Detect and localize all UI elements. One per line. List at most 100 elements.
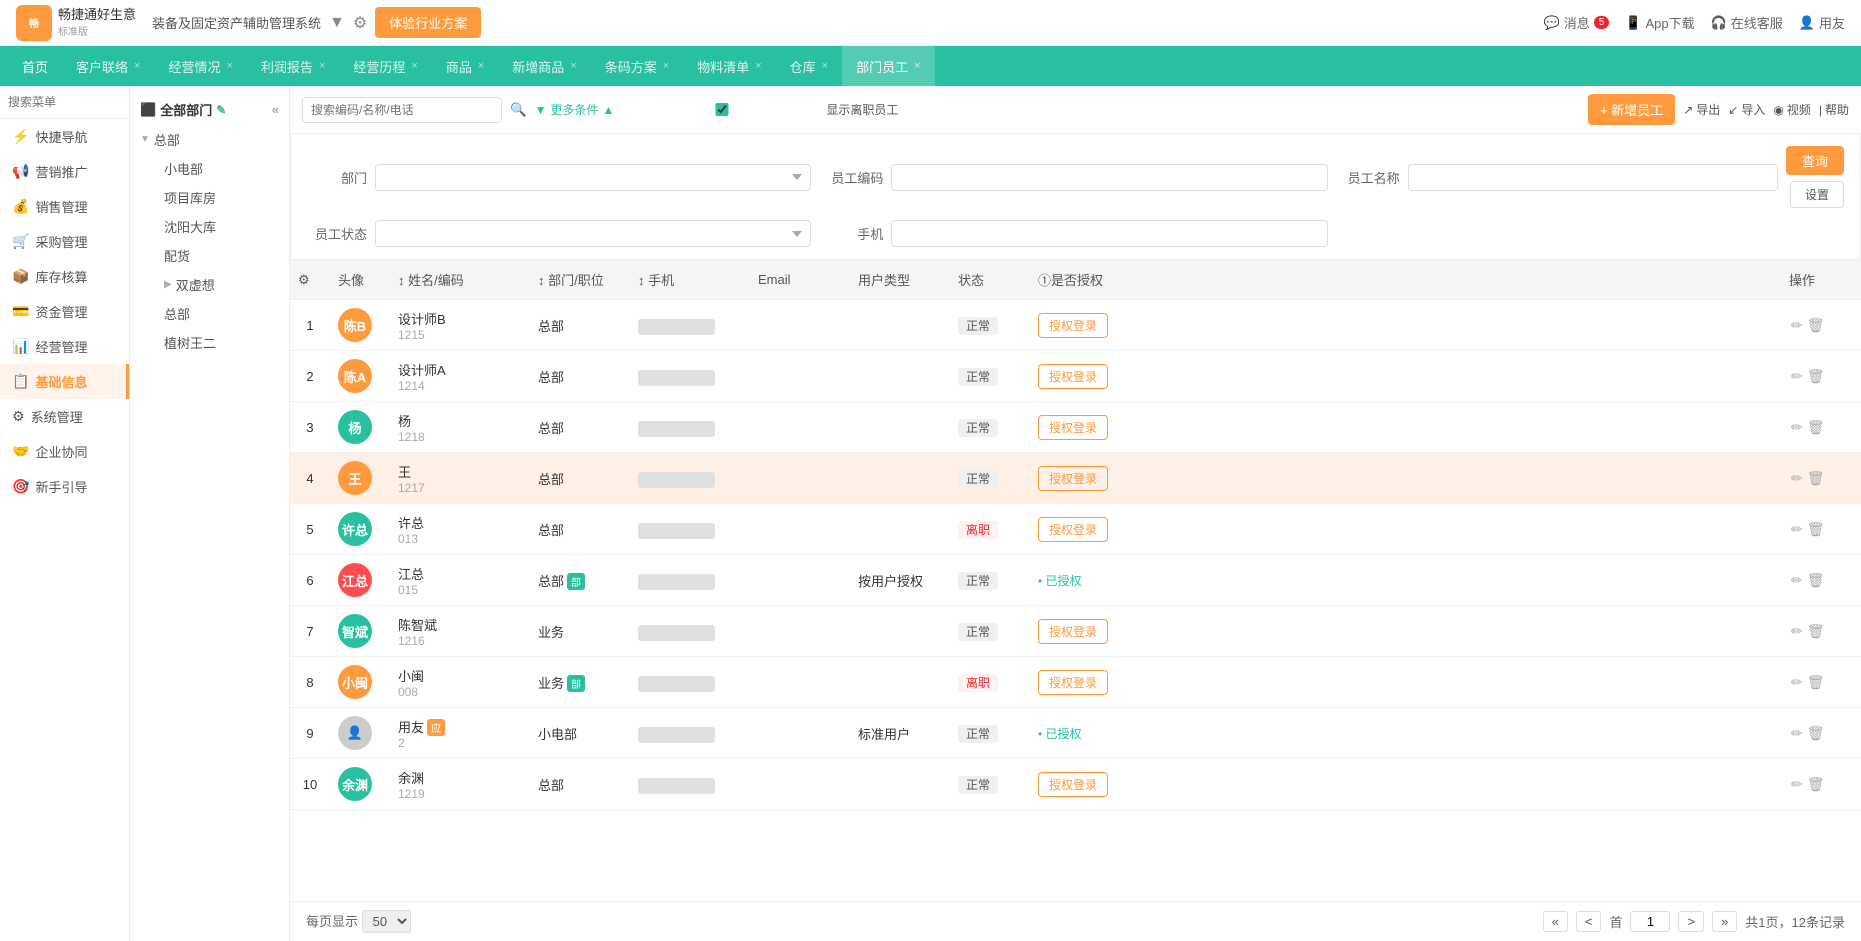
trial-button[interactable]: 体验行业方案 bbox=[375, 7, 481, 38]
delete-icon[interactable]: 🗑 bbox=[1807, 317, 1825, 333]
first-page-btn[interactable]: « bbox=[1543, 911, 1568, 932]
per-page-select[interactable]: 50 bbox=[362, 910, 411, 933]
search-button[interactable]: 🔍 bbox=[510, 102, 527, 118]
sidebar-item-marketing[interactable]: 📢 营销推广 bbox=[0, 154, 129, 189]
app-download-btn[interactable]: 📱 App下载 bbox=[1625, 13, 1694, 32]
auth-button[interactable]: 授权登录 bbox=[1038, 313, 1108, 338]
delete-icon[interactable]: 🗑 bbox=[1807, 470, 1825, 486]
query-button[interactable]: 查询 bbox=[1786, 146, 1844, 175]
sidebar-item-nav[interactable]: ⚡ 快捷导航 bbox=[0, 119, 129, 154]
user-btn[interactable]: 👤 用友 bbox=[1799, 13, 1845, 32]
emp-name-input[interactable] bbox=[1408, 164, 1778, 191]
auth-button[interactable]: 授权登录 bbox=[1038, 517, 1108, 542]
tab-home[interactable]: 首页 bbox=[8, 46, 62, 86]
close-icon[interactable]: × bbox=[478, 60, 484, 72]
dept-node-peihuo[interactable]: 配货 bbox=[154, 241, 289, 270]
close-icon[interactable]: × bbox=[226, 60, 232, 72]
edit-icon[interactable]: ✏ bbox=[1791, 623, 1803, 639]
sidebar-item-guide[interactable]: 🎯 新手引导 bbox=[0, 469, 129, 504]
delete-icon[interactable]: 🗑 bbox=[1807, 674, 1825, 690]
tab-history[interactable]: 经营历程 × bbox=[339, 46, 431, 86]
page-number-input[interactable] bbox=[1630, 911, 1670, 932]
close-icon[interactable]: × bbox=[319, 60, 325, 72]
settings-icon[interactable]: ▼ bbox=[329, 14, 345, 32]
dept-node-shuang[interactable]: ▶ 双虚想 bbox=[154, 270, 289, 299]
edit-icon[interactable]: ✏ bbox=[1791, 317, 1803, 333]
next-page-btn[interactable]: > bbox=[1678, 911, 1704, 932]
close-icon[interactable]: × bbox=[822, 60, 828, 72]
export-button[interactable]: ↗ 导出 bbox=[1683, 101, 1720, 118]
dept-node-plant[interactable]: 植树王二 bbox=[154, 328, 289, 357]
prev-page-btn[interactable]: < bbox=[1576, 911, 1602, 932]
tab-new-goods[interactable]: 新增商品 × bbox=[498, 46, 590, 86]
auth-button[interactable]: 授权登录 bbox=[1038, 619, 1108, 644]
sidebar-item-system[interactable]: ⚙ 系统管理 bbox=[0, 399, 129, 434]
tab-operation[interactable]: 经营情况 × bbox=[154, 46, 246, 86]
delete-icon[interactable]: 🗑 bbox=[1807, 368, 1825, 384]
dept-node-xiaodian[interactable]: 小电部 bbox=[154, 154, 289, 183]
close-icon[interactable]: × bbox=[570, 60, 576, 72]
import-button[interactable]: ↙ 导入 bbox=[1728, 101, 1765, 118]
close-icon[interactable]: × bbox=[914, 60, 920, 72]
th-phone[interactable]: ↕ 手机 bbox=[630, 260, 750, 300]
auth-button[interactable]: 授权登录 bbox=[1038, 670, 1108, 695]
tab-barcode[interactable]: 条码方案 × bbox=[591, 46, 683, 86]
delete-icon[interactable]: 🗑 bbox=[1807, 572, 1825, 588]
show-resigned-label[interactable]: 显示离职员工 bbox=[622, 101, 898, 118]
more-filter-button[interactable]: ▼ 更多条件 ▲ bbox=[535, 101, 615, 118]
show-resigned-checkbox[interactable] bbox=[622, 103, 822, 116]
view-button[interactable]: ◉ 视频 bbox=[1773, 101, 1811, 118]
auth-button[interactable]: 授权登录 bbox=[1038, 364, 1108, 389]
edit-icon[interactable]: ✏ bbox=[1791, 725, 1803, 741]
delete-icon[interactable]: 🗑 bbox=[1807, 521, 1825, 537]
th-name-code[interactable]: ↕ 姓名/编码 bbox=[390, 260, 530, 300]
dept-node-head2[interactable]: 总部 bbox=[154, 299, 289, 328]
dept-select[interactable] bbox=[375, 164, 811, 191]
edit-icon[interactable]: ✏ bbox=[1791, 674, 1803, 690]
close-icon[interactable]: × bbox=[755, 60, 761, 72]
auth-button[interactable]: 授权登录 bbox=[1038, 415, 1108, 440]
edit-icon[interactable]: ✏ bbox=[1791, 776, 1803, 792]
sidebar-item-operation[interactable]: 📊 经营管理 bbox=[0, 329, 129, 364]
close-icon[interactable]: × bbox=[134, 60, 140, 72]
edit-icon[interactable]: ✏ bbox=[1791, 470, 1803, 486]
tab-bom[interactable]: 物料清单 × bbox=[683, 46, 775, 86]
delete-icon[interactable]: 🗑 bbox=[1807, 725, 1825, 741]
sidebar-item-finance[interactable]: 💳 资金管理 bbox=[0, 294, 129, 329]
sidebar-search-input[interactable] bbox=[8, 95, 130, 109]
emp-status-select[interactable] bbox=[375, 220, 811, 247]
th-settings[interactable]: ⚙ bbox=[290, 260, 330, 300]
close-icon[interactable]: × bbox=[411, 60, 417, 72]
tab-goods[interactable]: 商品 × bbox=[432, 46, 498, 86]
delete-icon[interactable]: 🗑 bbox=[1807, 776, 1825, 792]
reset-button[interactable]: 设置 bbox=[1790, 181, 1844, 208]
sidebar-item-sales[interactable]: 💰 销售管理 bbox=[0, 189, 129, 224]
sidebar-item-purchase[interactable]: 🛒 采购管理 bbox=[0, 224, 129, 259]
online-service-btn[interactable]: 🎧 在线客服 bbox=[1711, 13, 1783, 32]
th-dept-pos[interactable]: ↕ 部门/职位 bbox=[530, 260, 630, 300]
tab-customer[interactable]: 客户联络 × bbox=[62, 46, 154, 86]
gear-icon[interactable]: ⚙ bbox=[353, 13, 367, 33]
delete-icon[interactable]: 🗑 bbox=[1807, 623, 1825, 639]
tab-warehouse[interactable]: 仓库 × bbox=[776, 46, 842, 86]
phone-input[interactable] bbox=[891, 220, 1327, 247]
sidebar-item-stock[interactable]: 📦 库存核算 bbox=[0, 259, 129, 294]
emp-code-input[interactable] bbox=[891, 164, 1327, 191]
sidebar-item-basic[interactable]: 📋 基础信息 bbox=[0, 364, 129, 399]
edit-icon[interactable]: ✏ bbox=[1791, 521, 1803, 537]
add-employee-button[interactable]: + 新增员工 bbox=[1588, 94, 1675, 125]
close-icon[interactable]: × bbox=[663, 60, 669, 72]
last-page-btn[interactable]: » bbox=[1712, 911, 1737, 932]
help-button[interactable]: | 帮助 bbox=[1819, 101, 1849, 118]
dept-node-project[interactable]: 项目库房 bbox=[154, 183, 289, 212]
delete-icon[interactable]: 🗑 bbox=[1807, 419, 1825, 435]
sidebar-item-collab[interactable]: 🤝 企业协同 bbox=[0, 434, 129, 469]
auth-button[interactable]: 授权登录 bbox=[1038, 466, 1108, 491]
message-btn[interactable]: 💬 消息 5 bbox=[1544, 13, 1610, 32]
dept-node-shenyang[interactable]: 沈阳大库 bbox=[154, 212, 289, 241]
edit-icon[interactable]: ✏ bbox=[1791, 572, 1803, 588]
search-input[interactable] bbox=[302, 97, 502, 123]
edit-icon[interactable]: ✏ bbox=[1791, 419, 1803, 435]
dept-collapse-icon[interactable]: « bbox=[272, 102, 279, 117]
dept-edit-icon[interactable]: ✎ bbox=[216, 103, 226, 117]
